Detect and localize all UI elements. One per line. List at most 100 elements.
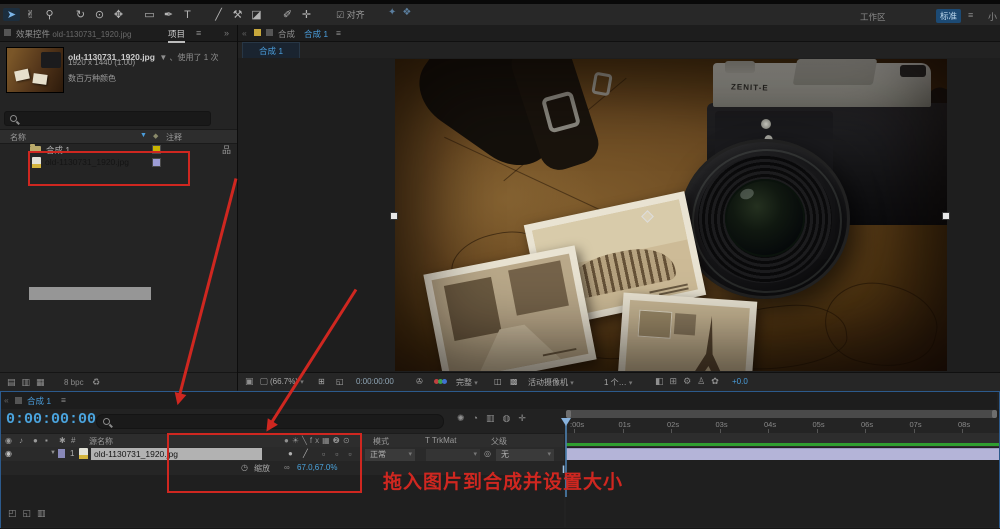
comp-panel-menu-icon[interactable]: ≡ — [336, 28, 341, 38]
eye-column-icon[interactable]: ◉ — [5, 436, 12, 445]
work-area-start-handle[interactable] — [566, 410, 571, 418]
project-footer-1-icon[interactable]: ▥ — [22, 377, 31, 388]
comp-viewer-tab[interactable]: 合成 1 — [242, 42, 300, 59]
timeline-comp-tab[interactable]: 合成 1 — [27, 395, 51, 407]
timeline-toggle-4-icon[interactable]: ✛ — [518, 413, 526, 424]
exposure-value[interactable]: +0.0 — [732, 377, 748, 386]
camera-view-dropdown[interactable]: 活动摄像机 ▾ — [528, 377, 574, 388]
bit-depth-button[interactable]: 8 bpc — [64, 378, 84, 387]
timeline-corner-1-icon[interactable]: ◱ — [23, 508, 32, 519]
lock-icon[interactable] — [266, 29, 273, 36]
work-area-bar[interactable] — [566, 410, 997, 418]
share-icons[interactable]: ✦❖ — [388, 7, 417, 18]
time-ruler[interactable]: :00s 01s 02s 03s 04s 05s 06s 07s 08s — [566, 418, 999, 434]
snap-toggle[interactable]: ☑ 对齐 — [336, 8, 365, 21]
tab-project[interactable]: 项目 — [168, 28, 186, 43]
viewer-right-1-icon[interactable]: ⊞ — [670, 376, 678, 387]
column-name[interactable]: 名称 — [10, 132, 26, 143]
flowchart-icon[interactable]: 品 — [222, 143, 231, 156]
tool-selection-icon[interactable]: ➤ — [3, 8, 20, 21]
viewer-left-0-icon[interactable]: ▣ — [245, 376, 254, 387]
tool-clone-stamp-icon[interactable]: ⚒ — [229, 8, 246, 21]
project-footer: ▤ ▥ ▦ 8 bpc ♻ — [0, 372, 237, 391]
timeline-corner-0-icon[interactable]: ◰ — [8, 508, 17, 519]
selected-row-highlight — [29, 287, 151, 300]
current-time-display[interactable]: 0:00:00:00 — [6, 411, 96, 428]
workspace-menu-icon[interactable]: ≡ — [968, 10, 973, 20]
column-comment[interactable]: 注释 — [166, 132, 182, 143]
tool-brush-icon[interactable]: ╱ — [210, 8, 227, 21]
mode-column[interactable]: 模式 — [373, 436, 389, 447]
viewer-right-4-icon[interactable]: ✿ — [711, 376, 719, 387]
project-panel-menu-icon[interactable]: ≡ — [196, 28, 201, 38]
viewer-right-2-icon[interactable]: ⚙ — [683, 376, 691, 387]
more-panels-icon[interactable]: » — [224, 28, 229, 38]
work-area-end-handle[interactable] — [992, 410, 997, 418]
timeline-toggle-2-icon[interactable]: ▥ — [486, 413, 495, 424]
resolution-dropdown[interactable]: 完整 ▾ — [456, 377, 478, 388]
tab-effect-controls[interactable]: 效果控件 old-1130731_1920.jpg — [16, 28, 131, 40]
comp-flow-icon[interactable] — [254, 29, 261, 36]
tool-pan-behind-icon[interactable]: ✥ — [110, 8, 127, 21]
trkmat-dropdown[interactable]: ▾ — [425, 448, 481, 462]
region-of-interest-icon[interactable]: ◫ — [494, 377, 502, 386]
checkbox-icon[interactable]: ☑ — [336, 10, 344, 20]
footage-thumbnail[interactable] — [6, 47, 64, 93]
view-layout-dropdown[interactable]: 1 个… ▾ — [604, 377, 632, 388]
project-footer-icons: ▤ ▥ ▦ — [4, 377, 48, 388]
timeline-menu-icon[interactable]: ≡ — [61, 395, 66, 405]
footage-image[interactable]: ZENIT-E — [395, 59, 947, 371]
parent-dropdown[interactable]: 无 ▾ — [495, 448, 555, 462]
layer-handle-right[interactable] — [942, 212, 950, 220]
filter-funnel-icon[interactable]: ▼ — [140, 132, 147, 139]
tool-type-icon[interactable]: T — [179, 9, 196, 21]
layer-duration-bar[interactable] — [566, 448, 999, 460]
playhead-marker[interactable] — [561, 418, 571, 426]
preview-timecode[interactable]: 0:00:00:00 — [356, 377, 394, 386]
collapse-icon[interactable]: « — [4, 395, 9, 405]
tool-pen-icon[interactable]: ✒ — [160, 8, 177, 21]
source-name-column[interactable]: 源名称 — [89, 436, 113, 447]
tool-puppet-pin-icon[interactable]: ✛ — [298, 8, 315, 21]
tool-rotation-icon[interactable]: ↻ — [72, 8, 89, 21]
grid-options-icon[interactable]: ⊞ — [318, 377, 325, 386]
lock-column-icon[interactable]: ▪ — [45, 436, 48, 445]
solo-column-icon[interactable]: ● — [33, 436, 38, 445]
viewer-left-1-icon[interactable]: ▢ — [260, 376, 269, 387]
snapshot-icon[interactable]: ✇ — [416, 377, 423, 386]
thumb-photo — [14, 68, 30, 82]
parent-column[interactable]: 父级 — [491, 436, 507, 447]
timeline-corner-2-icon[interactable]: ▥ — [37, 508, 46, 519]
audio-column-icon[interactable]: ♪ — [19, 436, 23, 445]
tool-rectangle-icon[interactable]: ▭ — [141, 8, 158, 21]
workspace-active-button[interactable]: 标准 — [936, 9, 962, 23]
layer-label-swatch[interactable] — [58, 449, 65, 458]
layer-eye-icon[interactable]: ◉ — [5, 449, 12, 458]
project-footer-0-icon[interactable]: ▤ — [7, 377, 16, 388]
layer-handle-left[interactable] — [390, 212, 398, 220]
tool-camera-icon[interactable]: ⊙ — [91, 8, 108, 21]
transparency-grid-icon[interactable]: ▩ — [510, 377, 518, 386]
viewer-right-0-icon[interactable]: ◧ — [655, 376, 664, 387]
collapse-icon[interactable]: « — [242, 28, 247, 38]
blend-mode-dropdown[interactable]: 正常 ▾ — [364, 448, 416, 462]
comp-viewer[interactable]: ZENIT-E — [238, 58, 1000, 372]
comp-panel-comp-name[interactable]: 合成 1 — [304, 28, 328, 40]
tool-eraser-icon[interactable]: ◪ — [248, 8, 265, 21]
project-search-input[interactable] — [4, 111, 211, 126]
layer-expander-icon[interactable]: ▼ — [50, 450, 56, 456]
tool-zoom-icon[interactable]: ⚲ — [41, 8, 58, 21]
tool-hand-icon[interactable]: ✌ — [22, 8, 39, 21]
trkmat-column[interactable]: T TrkMat — [425, 436, 456, 445]
viewer-right-3-icon[interactable]: ♙ — [697, 376, 705, 387]
trash-icon[interactable]: ♻ — [92, 377, 100, 388]
timeline-toggle-1-icon[interactable]: ◔ — [473, 413, 478, 423]
timeline-toggle-3-icon[interactable]: ◍ — [503, 413, 511, 424]
label-column-icon[interactable]: ◆ — [153, 132, 158, 140]
shy-column-icon[interactable]: ✱ — [59, 436, 66, 445]
project-footer-2-icon[interactable]: ▦ — [36, 377, 45, 388]
tool-roto-brush-icon[interactable]: ✐ — [279, 8, 296, 21]
timeline-toggle-0-icon[interactable]: ✺ — [457, 413, 465, 424]
parent-pickwhip-icon[interactable]: ◎ — [484, 449, 491, 458]
safe-margins-icon[interactable]: ◱ — [336, 377, 344, 386]
